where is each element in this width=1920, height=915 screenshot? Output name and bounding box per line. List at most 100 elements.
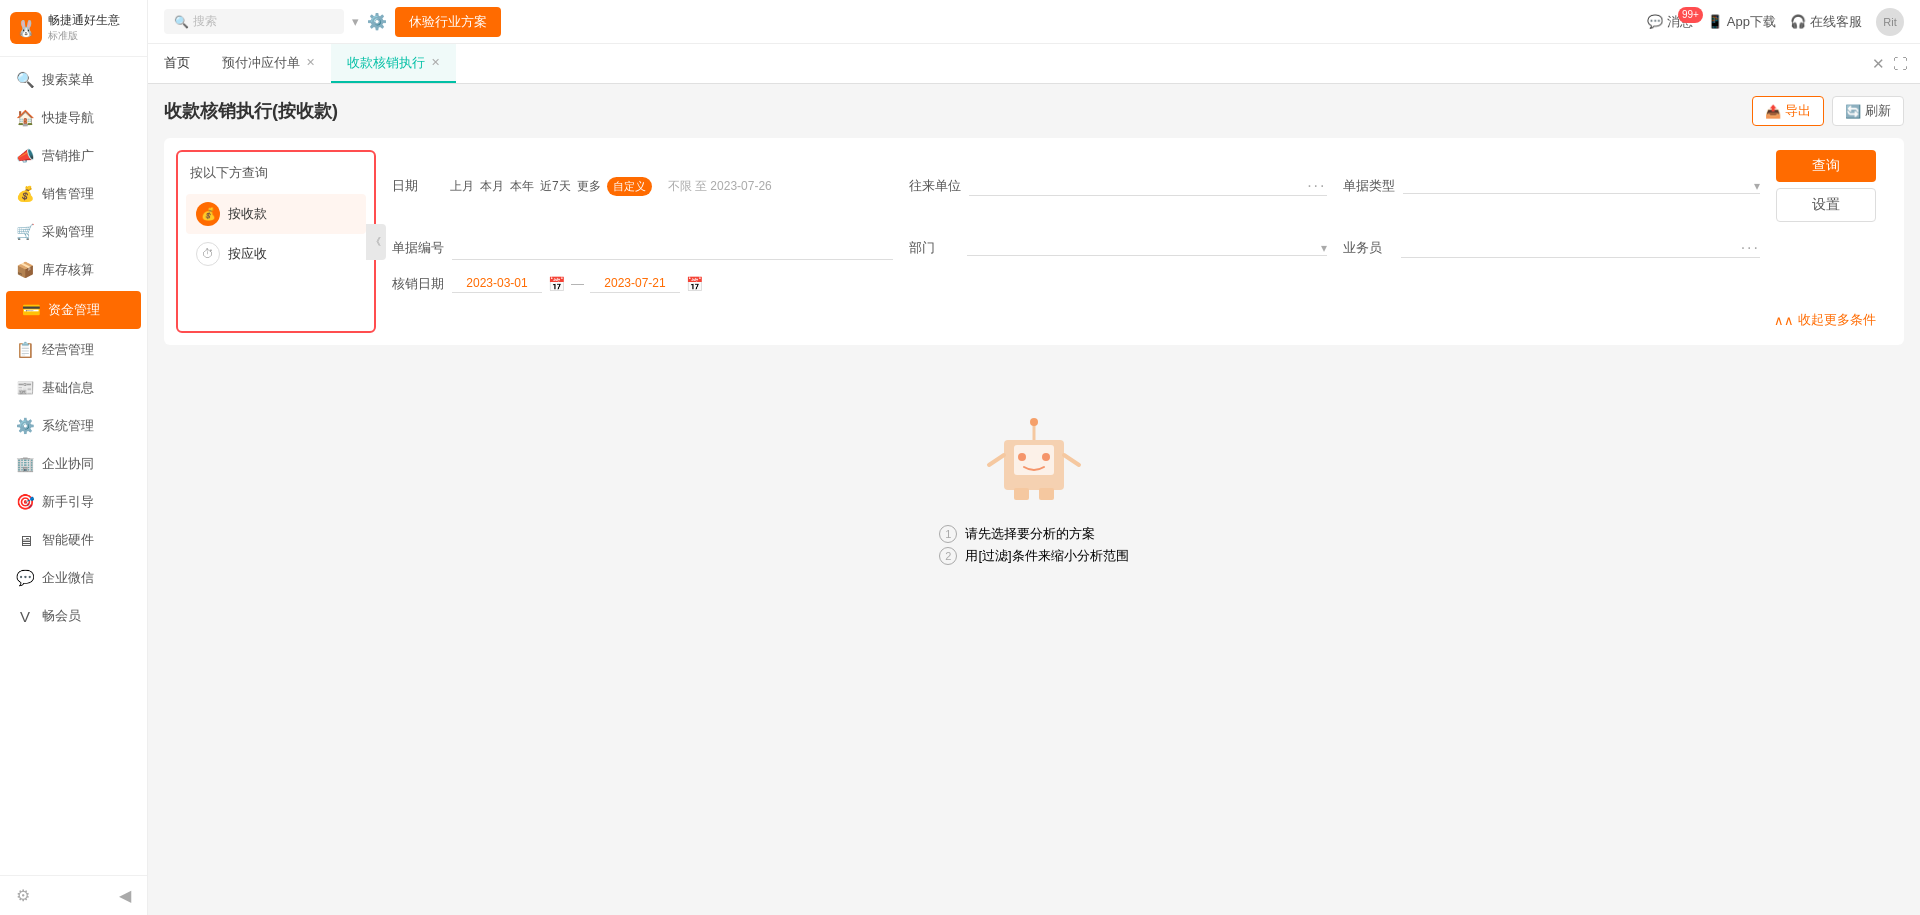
query-button[interactable]: 查询 [1776,150,1876,182]
header-gear-button[interactable]: ⚙️ [367,12,387,31]
sidebar-menu: 🔍搜索菜单🏠快捷导航 📣 营销推广 💰销售管理🛒采购管理📦库存核算💳资金管理📋经营管理… [0,57,147,875]
svg-point-2 [1018,453,1026,461]
filter-collapse-button[interactable]: 《 [366,224,386,260]
sidebar-item-search-menu[interactable]: 🔍搜索菜单 [0,61,147,99]
filter-option-by-receipt[interactable]: 💰 按收款 [186,194,366,234]
collapse-more-label: 收起更多条件 [1798,311,1876,329]
settings-bottom-icon[interactable]: ⚙ [16,886,30,905]
user-avatar[interactable]: Rit [1876,8,1904,36]
sidebar-item-member[interactable]: V畅会员 [0,597,147,635]
step-1-text: 请先选择要分析的方案 [965,525,1095,543]
sidebar-label-finance: 资金管理 [48,301,100,319]
logo-icon: 🐰 [10,12,42,44]
message-button[interactable]: 💬 消息 99+ [1647,13,1693,31]
by-receipt-icon: 💰 [196,202,220,226]
sidebar-item-guide[interactable]: 🎯新手引导 [0,483,147,521]
verify-date-start-input[interactable] [452,274,542,293]
sidebar-item-inventory[interactable]: 📦库存核算 [0,251,147,289]
header-search-area: 🔍 搜索 ▾ ⚙️ 休验行业方案 [164,7,1615,37]
verify-date-separator: — [571,276,584,291]
sidebar-item-finance[interactable]: 💳资金管理 [6,291,141,329]
filter-row-3: 核销日期 📅 — 📅 [392,274,1876,293]
tab-prepay-close[interactable]: ✕ [306,57,315,68]
date-this-year[interactable]: 本年 [510,178,534,195]
tab-bar: 首页 预付冲应付单 ✕ 收款核销执行 ✕ ✕ ⛶ [148,44,1920,84]
top-header: 🔍 搜索 ▾ ⚙️ 休验行业方案 💬 消息 99+ 📱 App下载 🎧 在线客服 [148,0,1920,44]
sidebar-item-purchase[interactable]: 🛒采购管理 [0,213,147,251]
sidebar-icon-search-menu: 🔍 [16,71,34,89]
sidebar-label-basic-info: 基础信息 [42,379,94,397]
sidebar-label-marketing: 营销推广 [42,147,94,165]
sidebar-label-wechat: 企业微信 [42,569,94,587]
tab-close-all-icon[interactable]: ✕ [1872,55,1885,73]
step-2-text: 用[过滤]条件来缩小分析范围 [965,547,1128,565]
collapse-more-button[interactable]: ∧∧ 收起更多条件 [1774,311,1876,329]
header-search-box[interactable]: 🔍 搜索 [164,9,344,34]
sidebar-icon-marketing: 📣 [16,147,34,165]
verify-date-end-input[interactable] [590,274,680,293]
logo-text: 畅捷通好生意 [48,13,120,29]
message-icon: 💬 [1647,14,1663,29]
solution-button[interactable]: 休验行业方案 [395,7,501,37]
staff-more-btn[interactable]: ··· [1741,239,1760,257]
sidebar-item-system[interactable]: ⚙️系统管理 [0,407,147,445]
page-title: 收款核销执行(按收款) [164,99,338,123]
svg-line-6 [989,455,1004,465]
bill-type-arrow-icon: ▾ [1754,179,1760,193]
sidebar-label-purchase: 采购管理 [42,223,94,241]
search-placeholder: 搜索 [193,13,217,30]
app-label: App下载 [1727,13,1776,31]
tab-receivable-close[interactable]: ✕ [431,57,440,68]
empty-icon [984,405,1084,505]
filter-option-by-receivable[interactable]: ⏱ 按应收 [186,234,366,274]
online-service-button[interactable]: 🎧 在线客服 [1790,13,1862,31]
verify-date-field: 核销日期 📅 — 📅 [392,274,893,293]
date-more[interactable]: 更多 [577,178,601,195]
sidebar-item-operations[interactable]: 📋经营管理 [0,331,147,369]
collapse-sidebar-icon[interactable]: ◀ [119,886,131,905]
user-name: Rit [1883,16,1896,28]
date-this-month[interactable]: 本月 [480,178,504,195]
tab-receivable[interactable]: 收款核销执行 ✕ [331,44,456,83]
sidebar-item-hardware[interactable]: 🖥智能硬件 [0,521,147,559]
sidebar-item-basic-info[interactable]: 📰 基础信息 [0,369,147,407]
date-7days[interactable]: 近7天 [540,178,571,195]
settings-button[interactable]: 设置 [1776,188,1876,222]
tab-home[interactable]: 首页 [148,44,206,83]
sidebar-icon-enterprise: 🏢 [16,455,34,473]
bill-no-input[interactable] [452,236,893,260]
search-dropdown-icon[interactable]: ▾ [352,14,359,29]
dept-select[interactable]: ▾ [967,241,1327,256]
search-icon: 🔍 [174,15,189,29]
sidebar-item-marketing[interactable]: 📣 营销推广 [0,137,147,175]
collapse-more-row: ∧∧ 收起更多条件 [392,307,1876,333]
verify-date-label: 核销日期 [392,275,444,293]
sidebar-icon-quick-nav: 🏠 [16,109,34,127]
sidebar-icon-operations: 📋 [16,341,34,359]
verify-date-start-cal-icon[interactable]: 📅 [548,276,565,292]
tab-prepay[interactable]: 预付冲应付单 ✕ [206,44,331,83]
date-field: 日期 上月 本月 本年 近7天 更多 自定义 不限 至 2023-07-26 [392,177,893,196]
sidebar-item-quick-nav[interactable]: 🏠快捷导航 [0,99,147,137]
date-custom[interactable]: 自定义 [607,177,652,196]
sidebar-item-sales[interactable]: 💰销售管理 [0,175,147,213]
refresh-icon: 🔄 [1845,104,1861,119]
sidebar-label-system: 系统管理 [42,417,94,435]
main-area: 🔍 搜索 ▾ ⚙️ 休验行业方案 💬 消息 99+ 📱 App下载 🎧 在线客服 [148,0,1920,915]
svg-rect-8 [1014,488,1029,500]
partner-more-btn[interactable]: ··· [1307,177,1326,195]
sidebar-item-wechat[interactable]: 💬企业微信 [0,559,147,597]
empty-illustration [984,405,1084,505]
bill-type-select[interactable]: ▾ [1403,179,1761,194]
dept-arrow-icon: ▾ [1321,241,1327,255]
export-button[interactable]: 📤 导出 [1752,96,1824,126]
filter-left-title: 按以下方查询 [186,164,366,182]
verify-date-end-cal-icon[interactable]: 📅 [686,276,703,292]
sidebar-icon-basic-info: 📰 [16,379,34,397]
sidebar-icon-member: V [16,608,34,625]
tab-maximize-icon[interactable]: ⛶ [1893,55,1908,72]
sidebar-item-enterprise[interactable]: 🏢企业协同 [0,445,147,483]
app-download-button[interactable]: 📱 App下载 [1707,13,1776,31]
date-last-month[interactable]: 上月 [450,178,474,195]
refresh-button[interactable]: 🔄 刷新 [1832,96,1904,126]
